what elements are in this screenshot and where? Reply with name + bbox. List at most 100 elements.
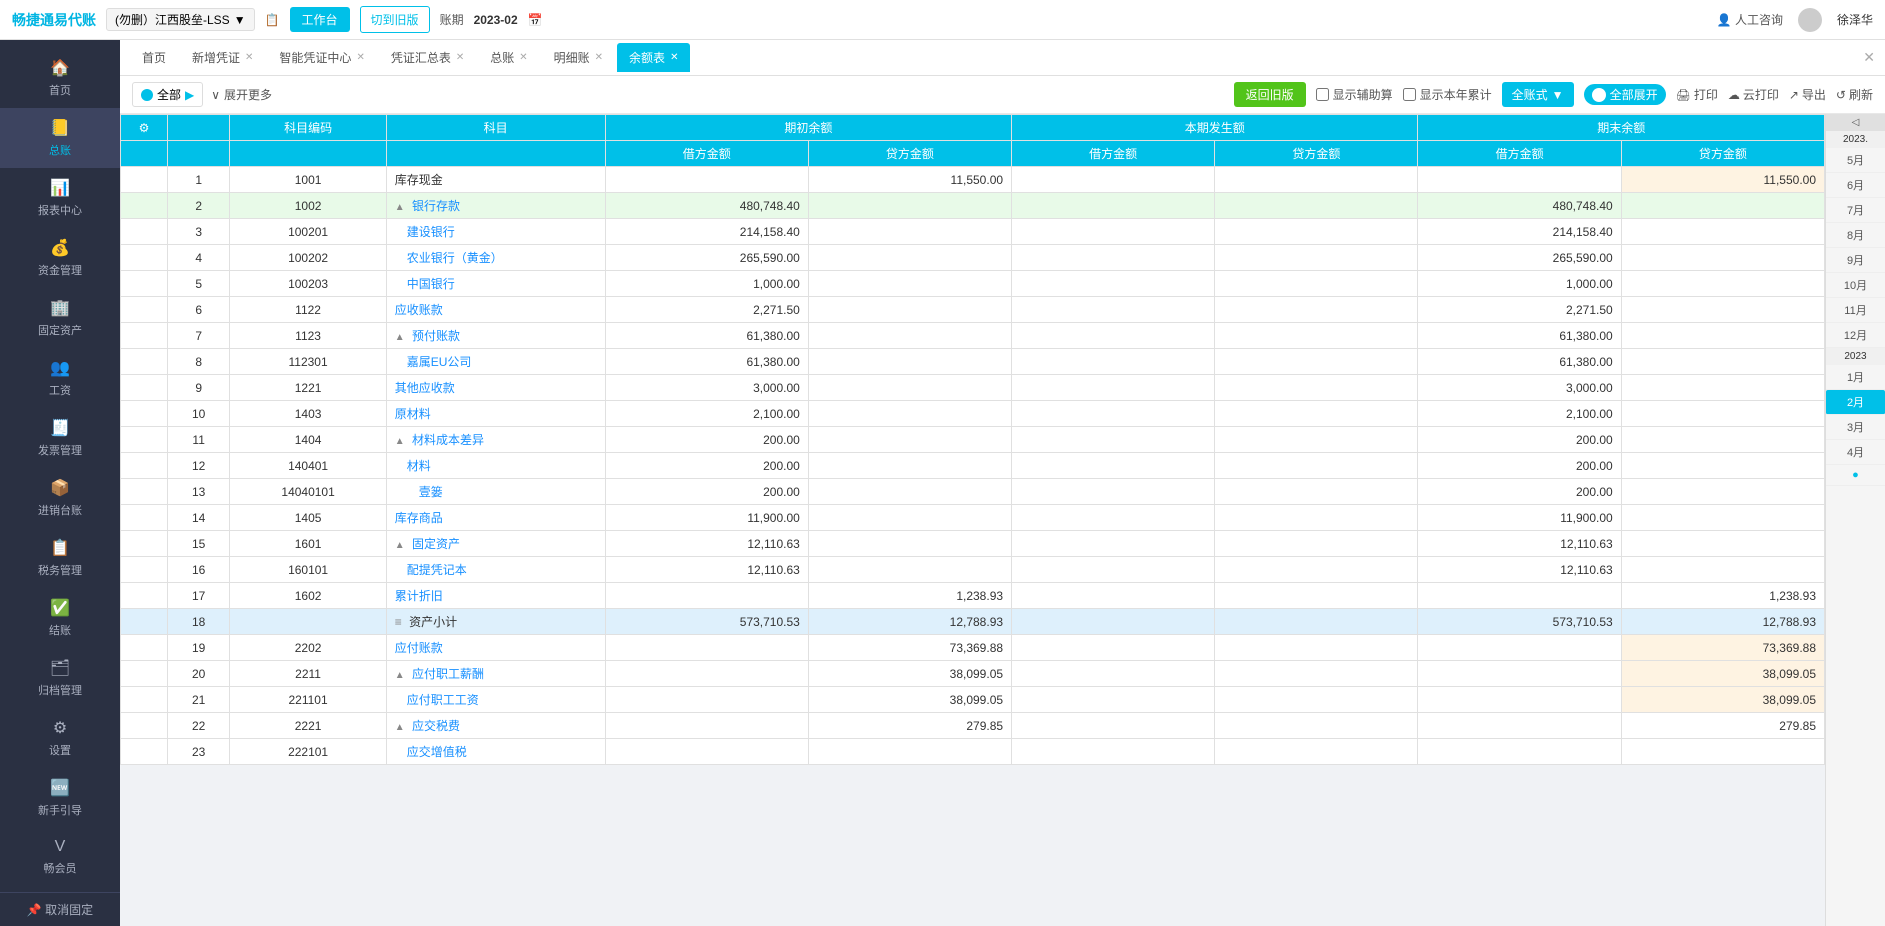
name-link[interactable]: 预付账款 [412,329,460,343]
month-7[interactable]: 7月 [1826,198,1885,223]
sidebar-item-ledger[interactable]: 📒 总账 [0,108,120,168]
name-cell[interactable]: 库存商品 [386,505,605,531]
name-link[interactable]: 材料成本差异 [412,433,484,447]
company-selector[interactable]: (勿删）江西股垒-LSS ▼ [106,8,255,31]
sidebar-item-fixed-assets[interactable]: 🏢 固定资产 [0,288,120,348]
sidebar-item-settle[interactable]: ✅ 结账 [0,588,120,648]
sidebar-item-guide[interactable]: 🆕 新手引导 [0,768,120,828]
name-link[interactable]: 中国银行 [407,277,455,291]
tab-home[interactable]: 首页 [130,43,178,72]
print-button[interactable]: 🖨 打印 [1676,86,1718,103]
cloud-print-button[interactable]: ☁ 云打印 [1728,86,1779,103]
name-cell[interactable]: 中国银行 [386,271,605,297]
name-cell[interactable]: ▲ 预付账款 [386,323,605,349]
name-cell[interactable]: 建设银行 [386,219,605,245]
refresh-button[interactable]: ↺ 刷新 [1836,86,1873,103]
sidebar-item-archive[interactable]: 🗂 归档管理 [0,648,120,708]
tab-balance-sheet[interactable]: 余额表✕ [617,43,690,72]
sidebar-item-member[interactable]: V 畅会员 [0,828,120,886]
sidebar-item-tax[interactable]: 📋 税务管理 [0,528,120,588]
name-cell[interactable]: 农业银行（黄金） [386,245,605,271]
sidebar-item-payroll[interactable]: 👥 工资 [0,348,120,408]
close-balance-sheet[interactable]: ✕ [670,52,678,63]
name-link[interactable]: 材料 [407,459,431,473]
name-link[interactable]: 应收账款 [395,303,443,317]
name-link[interactable]: 应交增值税 [407,745,467,759]
close-new-voucher[interactable]: ✕ [245,52,253,63]
expand-all-toggle[interactable]: 全部展开 [1584,84,1666,105]
month-dot[interactable]: ● [1826,465,1885,486]
name-cell[interactable]: 应交增值税 [386,739,605,765]
aux-checkbox-input[interactable] [1316,88,1329,101]
all-select-dropdown[interactable]: 全部 ▶ [132,82,203,107]
name-link[interactable]: 原材料 [395,407,431,421]
name-link[interactable]: 应交税费 [412,719,460,733]
user-avatar[interactable] [1798,8,1822,32]
month-12[interactable]: 12月 [1826,323,1885,348]
workbench-button[interactable]: 工作台 [290,7,350,32]
month-5[interactable]: 5月 [1826,148,1885,173]
name-link[interactable]: 累计折旧 [395,589,443,603]
name-cell[interactable]: 原材料 [386,401,605,427]
month-1[interactable]: 1月 [1826,365,1885,390]
month-8[interactable]: 8月 [1826,223,1885,248]
name-cell[interactable]: 材料 [386,453,605,479]
month-6[interactable]: 6月 [1826,173,1885,198]
sidebar-item-report[interactable]: 📊 报表中心 [0,168,120,228]
sidebar-item-settings[interactable]: ⚙ 设置 [0,708,120,768]
name-cell[interactable]: ▲ 银行存款 [386,193,605,219]
month-11[interactable]: 11月 [1826,298,1885,323]
name-link[interactable]: 配提凭记本 [407,563,467,577]
export-button[interactable]: ↗ 导出 [1789,86,1826,103]
show-ytd-checkbox[interactable]: 显示本年累计 [1403,86,1492,103]
name-cell[interactable]: ▲ 材料成本差异 [386,427,605,453]
tab-detailed-ledger[interactable]: 明细账✕ [542,43,615,72]
tab-voucher-summary[interactable]: 凭证汇总表✕ [379,43,476,72]
close-general-ledger[interactable]: ✕ [519,52,527,63]
side-panel-collapse[interactable]: ◁ [1826,114,1885,131]
name-cell[interactable]: 壹篓 [386,479,605,505]
switch-old-button[interactable]: 切到旧版 [360,6,430,33]
full-mode-button[interactable]: 全账式 ▼ [1502,82,1574,107]
sidebar-item-home[interactable]: 🏠 首页 [0,48,120,108]
sidebar-item-capital[interactable]: 💰 资金管理 [0,228,120,288]
name-link[interactable]: 应付职工薪酬 [412,667,484,681]
name-cell[interactable]: 应付账款 [386,635,605,661]
close-detailed-ledger[interactable]: ✕ [595,52,603,63]
ytd-checkbox-input[interactable] [1403,88,1416,101]
close-voucher-summary[interactable]: ✕ [456,52,464,63]
pin-fixed-btn[interactable]: 📌 取消固定 [0,892,120,926]
name-link[interactable]: 固定资产 [412,537,460,551]
name-link[interactable]: 应付账款 [395,641,443,655]
name-cell[interactable]: ▲ 固定资产 [386,531,605,557]
name-cell[interactable]: ▲ 应交税费 [386,713,605,739]
close-smart-voucher[interactable]: ✕ [356,52,364,63]
sidebar-item-invoice[interactable]: 🧾 发票管理 [0,408,120,468]
name-cell[interactable]: 应付职工工资 [386,687,605,713]
close-all-tabs[interactable]: ✕ [1863,49,1875,66]
name-cell[interactable]: 其他应收款 [386,375,605,401]
name-link[interactable]: 农业银行（黄金） [407,251,503,265]
name-link[interactable]: 库存商品 [395,511,443,525]
name-link[interactable]: 嘉属EU公司 [407,355,472,369]
name-cell[interactable]: 嘉属EU公司 [386,349,605,375]
name-cell[interactable]: 累计折旧 [386,583,605,609]
name-cell[interactable]: 应收账款 [386,297,605,323]
month-10[interactable]: 10月 [1826,273,1885,298]
name-link[interactable]: 应付职工工资 [407,693,479,707]
month-3[interactable]: 3月 [1826,415,1885,440]
expand-more-button[interactable]: ∨ 展开更多 [211,86,272,103]
name-link[interactable]: 壹篓 [419,485,443,499]
consult-button[interactable]: 👤 人工咨询 [1717,11,1783,28]
copy-icon[interactable]: 📋 [265,13,280,27]
name-link[interactable]: 银行存款 [412,199,460,213]
return-old-button[interactable]: 返回旧版 [1234,82,1306,107]
name-cell[interactable]: 配提凭记本 [386,557,605,583]
tab-smart-voucher[interactable]: 智能凭证中心✕ [267,43,376,72]
sidebar-item-purchase-sales[interactable]: 📦 进销台账 [0,468,120,528]
show-aux-checkbox[interactable]: 显示辅助算 [1316,86,1393,103]
tab-new-voucher[interactable]: 新增凭证✕ [180,43,265,72]
tab-general-ledger[interactable]: 总账✕ [478,43,539,72]
month-9[interactable]: 9月 [1826,248,1885,273]
name-link[interactable]: 建设银行 [407,225,455,239]
